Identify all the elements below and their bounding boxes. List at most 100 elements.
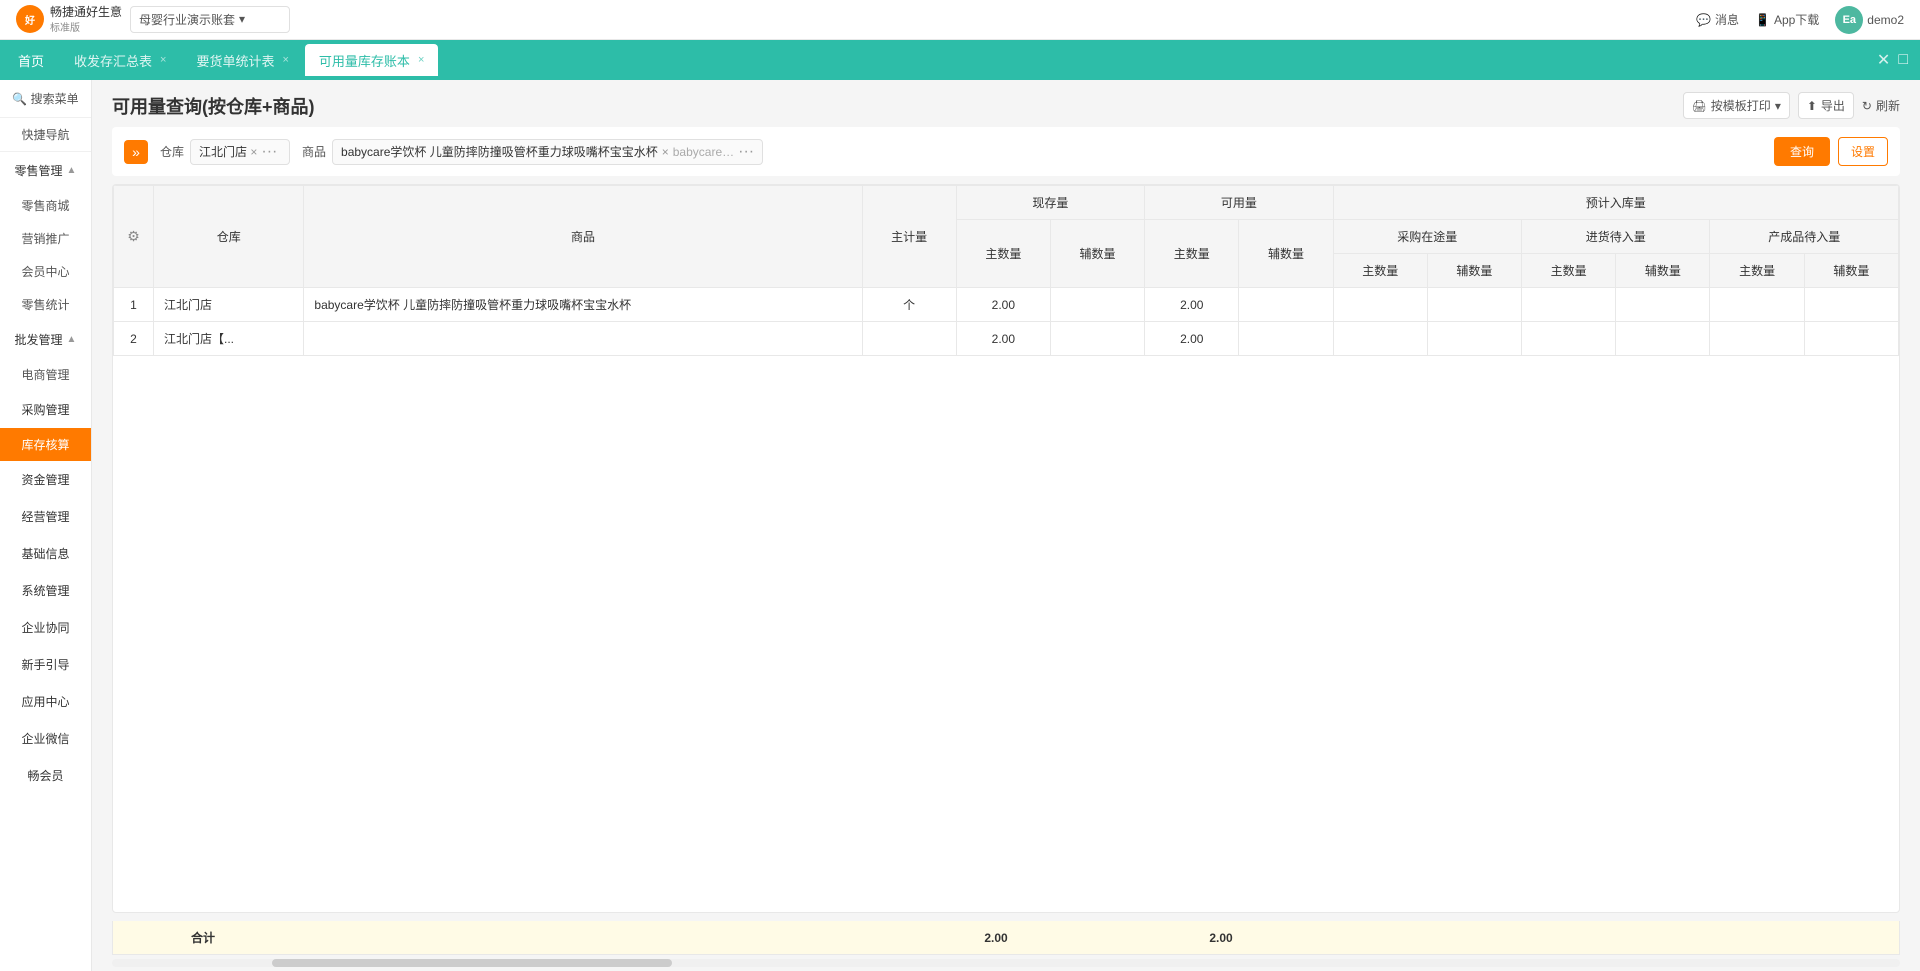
marketing-label: 营销推广	[21, 232, 69, 246]
sidebar-group-wholesale-header[interactable]: 批发管理 ▲	[0, 321, 91, 358]
refresh-btn[interactable]: ↻ 刷新	[1862, 97, 1900, 114]
sidebar-item-wechat[interactable]: 企业微信	[0, 720, 91, 757]
th-available: 可用量	[1145, 186, 1333, 220]
page-actions: 🖨 按模板打印 ▾ ⬆ 导出 ↻ 刷新	[1683, 92, 1900, 119]
tab-home[interactable]: 首页	[4, 51, 58, 70]
logo-text-block: 畅捷通好生意 标准版	[50, 5, 122, 34]
sidebar-item-apps[interactable]: 应用中心	[0, 683, 91, 720]
row2-finished-main	[1710, 322, 1804, 356]
maximize-btn[interactable]: □	[1898, 51, 1908, 69]
th-finished-incoming: 产成品待入量	[1710, 220, 1899, 254]
row2-purchase-main	[1333, 322, 1427, 356]
tab-yaohuo[interactable]: 要货单统计表 ×	[182, 44, 302, 76]
product-close-icon[interactable]: ×	[662, 145, 669, 159]
th-incoming-main: 主数量	[1522, 254, 1616, 288]
app-download-label: App下载	[1774, 11, 1819, 28]
warehouse-label: 仓库	[160, 143, 184, 160]
row2-purchase-aux	[1427, 322, 1521, 356]
sidebar-item-system[interactable]: 系统管理	[0, 572, 91, 609]
tab-shoufacun-close[interactable]: ×	[160, 54, 166, 66]
top-bar: 好 畅捷通好生意 标准版 母婴行业演示账套 ▾ 💬 消息 📱 App下载 Ea …	[0, 0, 1920, 40]
table-row: 2 江北门店【... 2.00 2.00	[114, 322, 1899, 356]
row1-warehouse: 江北门店	[154, 288, 304, 322]
sidebar-item-finance[interactable]: 资金管理	[0, 461, 91, 498]
sidebar-item-enterprise[interactable]: 企业协同	[0, 609, 91, 646]
ecommerce-label: 电商管理	[21, 368, 69, 382]
sidebar-group-retail-header[interactable]: 零售管理 ▲	[0, 152, 91, 189]
row2-stock-aux	[1050, 322, 1144, 356]
basic-info-label: 基础信息	[21, 545, 69, 562]
sidebar-item-member[interactable]: 会员中心	[0, 255, 91, 288]
filter-toggle-btn[interactable]: »	[124, 140, 148, 164]
tab-shoufacun[interactable]: 收发存汇总表 ×	[60, 44, 180, 76]
top-bar-right: 💬 消息 📱 App下载 Ea demo2	[1696, 6, 1904, 34]
user-profile[interactable]: Ea demo2	[1835, 6, 1904, 34]
nav-right-controls: ✕ □	[1877, 50, 1916, 70]
sidebar-item-inventory[interactable]: 库存核算	[0, 428, 91, 461]
row1-purchase-main	[1333, 288, 1427, 322]
sidebar-item-marketing[interactable]: 营销推广	[0, 222, 91, 255]
sidebar-item-operations[interactable]: 经营管理	[0, 498, 91, 535]
sidebar-item-retail-mall[interactable]: 零售商城	[0, 189, 91, 222]
sidebar-item-newbie[interactable]: 新手引导	[0, 646, 91, 683]
row2-warehouse: 江北门店【...	[154, 322, 304, 356]
retail-mall-label: 零售商城	[21, 199, 69, 213]
row1-avail-aux	[1239, 288, 1333, 322]
th-incoming-aux: 辅数量	[1616, 254, 1710, 288]
tab-keyongliang[interactable]: 可用量库存账本 ×	[305, 44, 438, 76]
app-download-btn[interactable]: 📱 App下载	[1755, 11, 1819, 28]
query-btn[interactable]: 查询	[1774, 137, 1830, 166]
industry-selector[interactable]: 母婴行业演示账套 ▾	[130, 6, 290, 33]
row1-incoming-aux	[1616, 288, 1710, 322]
row2-no: 2	[114, 322, 154, 356]
message-icon: 💬	[1696, 13, 1711, 27]
sidebar-quick-nav[interactable]: 快捷导航	[0, 118, 91, 152]
product-more-btn[interactable]: ···	[738, 143, 754, 161]
close-window-btn[interactable]: ✕	[1877, 50, 1890, 70]
table-container: ⚙ 仓库 商品 主计量 现存量 可用量 预计入库量 主数量 辅数量 主数量 辅数…	[112, 184, 1900, 913]
table-footer: 合计 2.00 2.00	[112, 921, 1900, 955]
sidebar-item-purchase[interactable]: 采购管理	[0, 391, 91, 428]
row1-stock-aux	[1050, 288, 1144, 322]
enterprise-label: 企业协同	[21, 619, 69, 636]
row2-stock-main: 2.00	[956, 322, 1050, 356]
wholesale-group-label: 批发管理	[15, 331, 63, 348]
chevron-down-icon: ▾	[239, 12, 245, 26]
footer-stock-main: 2.00	[906, 931, 1086, 945]
sidebar-item-retail-stats[interactable]: 零售统计	[0, 288, 91, 321]
export-btn[interactable]: ⬆ 导出	[1798, 92, 1854, 119]
row1-stock-main: 2.00	[956, 288, 1050, 322]
tab-yaohuo-close[interactable]: ×	[282, 54, 288, 66]
warehouse-close-icon[interactable]: ×	[250, 145, 257, 159]
setting-btn[interactable]: 设置	[1838, 137, 1888, 166]
tab-keyongliang-close[interactable]: ×	[418, 54, 424, 66]
row2-avail-aux	[1239, 322, 1333, 356]
th-expected: 预计入库量	[1333, 186, 1898, 220]
sidebar-item-ecommerce[interactable]: 电商管理	[0, 358, 91, 391]
th-unit: 主计量	[862, 186, 956, 288]
print-btn[interactable]: 🖨 按模板打印 ▾	[1683, 92, 1790, 119]
row1-unit: 个	[862, 288, 956, 322]
row2-unit	[862, 322, 956, 356]
sidebar-search[interactable]: 🔍 搜索菜单	[0, 80, 91, 118]
industry-selector-text: 母婴行业演示账套	[139, 11, 235, 28]
th-finished-main: 主数量	[1710, 254, 1804, 288]
th-settings[interactable]: ⚙	[114, 186, 154, 288]
sidebar-item-vip[interactable]: 畅会员	[0, 757, 91, 794]
operations-label: 经营管理	[21, 508, 69, 525]
product-value[interactable]: babycare学饮杯 儿童防摔防撞吸管杯重力球吸嘴杯宝宝水杯 × babyca…	[332, 139, 763, 165]
warehouse-filter-field: 仓库 江北门店 × ···	[160, 139, 290, 165]
sidebar-group-wholesale: 批发管理 ▲ 电商管理	[0, 321, 91, 391]
member-label: 会员中心	[21, 265, 69, 279]
row2-finished-aux	[1804, 322, 1898, 356]
th-stock-aux: 辅数量	[1050, 220, 1144, 288]
message-btn[interactable]: 💬 消息	[1696, 11, 1739, 28]
warehouse-more-btn[interactable]: ···	[261, 143, 277, 161]
gear-icon: ⚙	[127, 228, 140, 244]
sidebar-quick-nav-label: 快捷导航	[21, 128, 69, 142]
row2-avail-main: 2.00	[1145, 322, 1239, 356]
horizontal-scrollbar[interactable]	[112, 959, 1900, 967]
scrollbar-thumb[interactable]	[272, 959, 672, 967]
sidebar-item-basic-info[interactable]: 基础信息	[0, 535, 91, 572]
warehouse-value[interactable]: 江北门店 × ···	[190, 139, 290, 165]
